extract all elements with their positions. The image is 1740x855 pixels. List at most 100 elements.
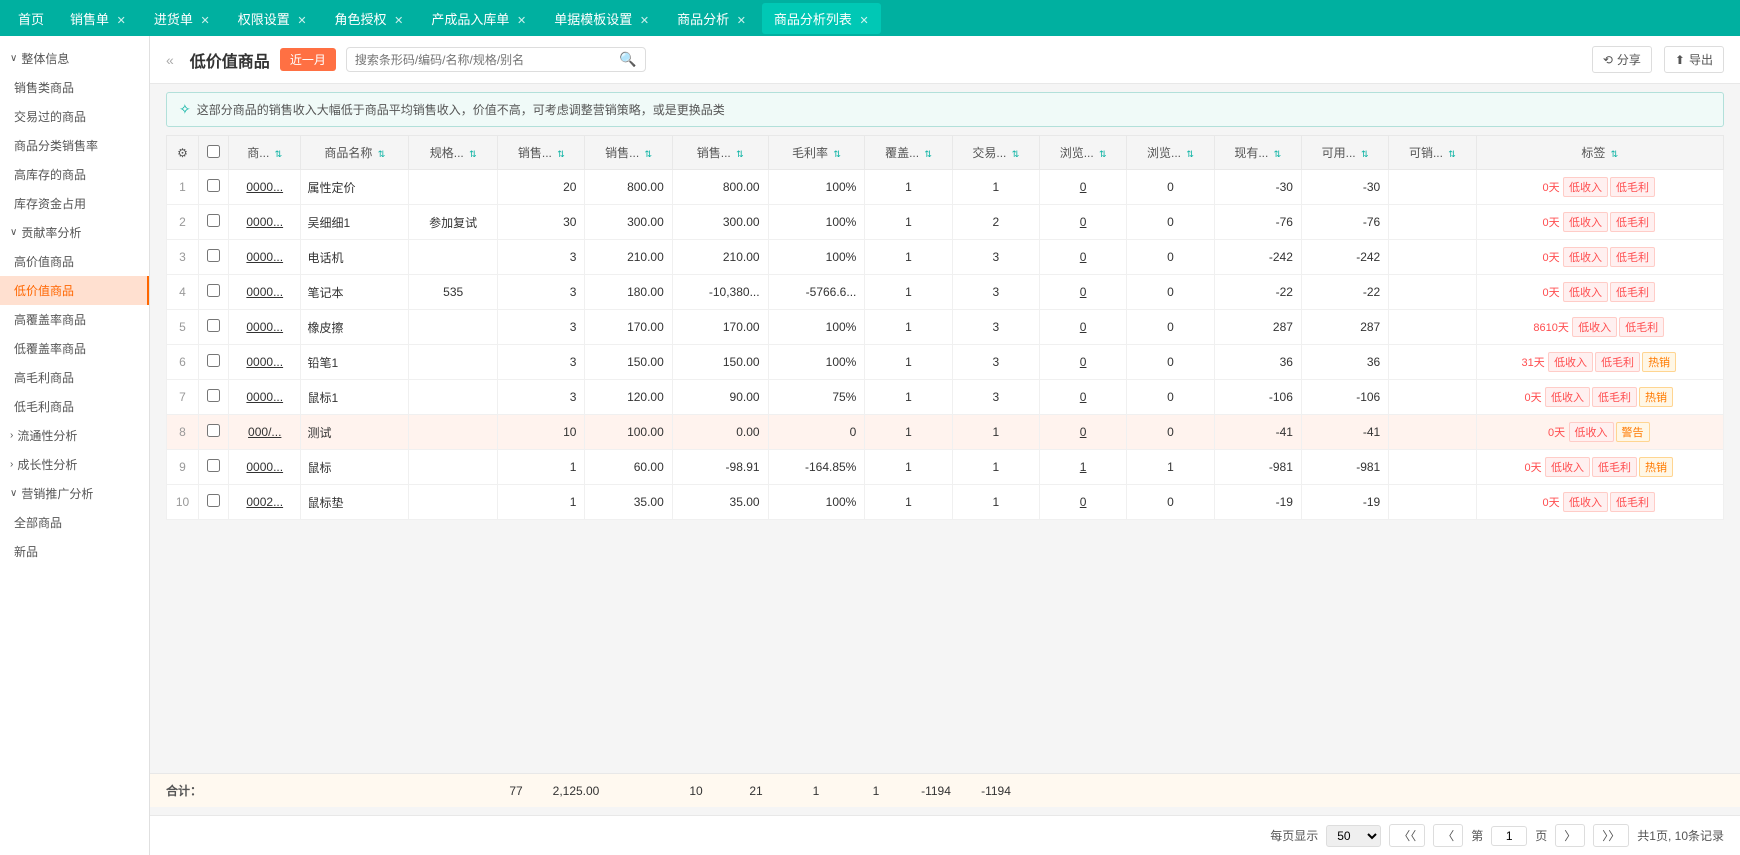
nav-item-purchase[interactable]: 进货单 ✕ [142, 3, 222, 34]
sidebar-item-low-margin[interactable]: 低毛利商品 [0, 392, 149, 421]
available-header[interactable]: 可用... ⇅ [1301, 136, 1388, 170]
select-all-checkbox[interactable] [207, 145, 220, 158]
table-row: 30000...电话机3210.00210.00100%1300-242-242… [167, 240, 1724, 275]
nav-item-stock-in[interactable]: 产成品入库单 ✕ [419, 3, 538, 34]
sale-amt2-header[interactable]: 销售... ⇅ [672, 136, 768, 170]
summary-label: 合计： [166, 782, 246, 799]
close-icon[interactable]: ✕ [297, 15, 306, 27]
sidebar-section-circulation[interactable]: › 流通性分析 [0, 421, 149, 450]
page-title: 低价值商品 [190, 48, 270, 72]
last-page-button[interactable]: 〉〉 [1593, 824, 1629, 847]
sidebar-item-traded-goods[interactable]: 交易过的商品 [0, 102, 149, 131]
product-code[interactable]: 000/... [248, 425, 281, 439]
product-code[interactable]: 0000... [246, 355, 283, 369]
sale-amt-header[interactable]: 销售... ⇅ [585, 136, 672, 170]
next-page-button[interactable]: 〉 [1555, 824, 1585, 847]
sidebar-section-marketing[interactable]: ∨ 营销推广分析 [0, 479, 149, 508]
nav-item-goods-analysis[interactable]: 商品分析 ✕ [665, 3, 758, 34]
product-code[interactable]: 0000... [246, 460, 283, 474]
current-stock-header[interactable]: 现有... ⇅ [1214, 136, 1301, 170]
table-row: 40000...笔记本5353180.00-10,380...-5766.6..… [167, 275, 1724, 310]
table-container: ⚙ 商... ⇅ 商品名称 ⇅ 规格... ⇅ 销售... ⇅ 销售... ⇅ … [150, 135, 1740, 773]
spec-header[interactable]: 规格... ⇅ [409, 136, 498, 170]
sidebar-item-sales-goods[interactable]: 销售类商品 [0, 73, 149, 102]
table-row: 8000/...测试10100.000.0001100-41-410天 低收入警… [167, 415, 1724, 450]
product-code[interactable]: 0000... [246, 285, 283, 299]
product-code[interactable]: 0000... [246, 390, 283, 404]
horizontal-scrollbar[interactable] [166, 807, 1724, 815]
sidebar-item-new-goods[interactable]: 新品 [0, 537, 149, 566]
first-page-button[interactable]: 〈〈 [1389, 824, 1425, 847]
close-icon[interactable]: ✕ [117, 15, 126, 27]
product-code[interactable]: 0000... [246, 320, 283, 334]
browse1-header[interactable]: 浏览... ⇅ [1039, 136, 1126, 170]
total-label: 共1页, 10条记录 [1637, 827, 1724, 844]
sidebar-section-contribution[interactable]: ∨ 贡献率分析 [0, 218, 149, 247]
sidebar-section-growth[interactable]: › 成长性分析 [0, 450, 149, 479]
product-code[interactable]: 0000... [246, 215, 283, 229]
nav-item-role[interactable]: 角色授权 ✕ [323, 3, 416, 34]
page-input[interactable] [1491, 826, 1527, 846]
chevron-down-icon: ∨ [10, 488, 17, 499]
trade-header[interactable]: 交易... ⇅ [952, 136, 1039, 170]
header-actions: ⟲ 分享 ⬆ 导出 [1592, 46, 1724, 73]
sellable-header[interactable]: 可销... ⇅ [1389, 136, 1476, 170]
sidebar-item-high-margin[interactable]: 高毛利商品 [0, 363, 149, 392]
chevron-right-icon: › [10, 430, 13, 441]
period-button[interactable]: 近一月 [280, 48, 336, 71]
page-size-select[interactable]: 10 20 50 100 [1326, 825, 1381, 847]
nav-home[interactable]: 首页 [8, 3, 54, 34]
sidebar-section-circulation-label: 流通性分析 [17, 427, 77, 444]
close-icon[interactable]: ✕ [394, 15, 403, 27]
sidebar-item-high-stock[interactable]: 高库存的商品 [0, 160, 149, 189]
chevron-down-icon: ∨ [10, 53, 17, 64]
nav-item-sales[interactable]: 销售单 ✕ [58, 3, 138, 34]
name-header[interactable]: 商品名称 ⇅ [301, 136, 409, 170]
sidebar-item-category-sales[interactable]: 商品分类销售率 [0, 131, 149, 160]
sidebar-item-high-value[interactable]: 高价值商品 [0, 247, 149, 276]
info-text: 这部分商品的销售收入大幅低于商品平均销售收入，价值不高，可考虑调整营销策略，或是… [197, 101, 725, 118]
sidebar-item-all-goods[interactable]: 全部商品 [0, 508, 149, 537]
browse2-header[interactable]: 浏览... ⇅ [1127, 136, 1214, 170]
nav-item-permission[interactable]: 权限设置 ✕ [226, 3, 319, 34]
share-button[interactable]: ⟲ 分享 [1592, 46, 1652, 73]
product-code[interactable]: 0002... [246, 495, 283, 509]
info-banner: ✧ 这部分商品的销售收入大幅低于商品平均销售收入，价值不高，可考虑调整营销策略，… [166, 92, 1724, 127]
settings-header[interactable]: ⚙ [167, 136, 199, 170]
sidebar-item-low-value[interactable]: 低价值商品 [0, 276, 149, 305]
close-icon[interactable]: ✕ [860, 15, 869, 27]
sale-qty-header[interactable]: 销售... ⇅ [498, 136, 585, 170]
export-button[interactable]: ⬆ 导出 [1664, 46, 1724, 73]
gross-rate-header[interactable]: 毛利率 ⇅ [768, 136, 865, 170]
search-box: 🔍 [346, 47, 646, 72]
nav-item-template[interactable]: 单据模板设置 ✕ [542, 3, 661, 34]
page-size-label: 每页显示 [1270, 827, 1318, 844]
close-icon[interactable]: ✕ [517, 15, 526, 27]
prev-page-button[interactable]: 〈 [1433, 824, 1463, 847]
share-icon: ⟲ [1603, 53, 1613, 67]
summary-sale-qty: 77 [486, 784, 546, 798]
coverage-header[interactable]: 覆盖... ⇅ [865, 136, 952, 170]
summary-browse1: 1 [786, 784, 846, 798]
product-code[interactable]: 0000... [246, 250, 283, 264]
sidebar-item-low-coverage[interactable]: 低覆盖率商品 [0, 334, 149, 363]
sidebar-item-stock-capital[interactable]: 库存资金占用 [0, 189, 149, 218]
sidebar-section-overall-label: 整体信息 [21, 50, 69, 67]
nav-item-goods-list[interactable]: 商品分析列表 ✕ [762, 3, 881, 34]
product-code[interactable]: 0000... [246, 180, 283, 194]
table-row: 60000...铅笔13150.00150.00100%1300363631天 … [167, 345, 1724, 380]
close-icon[interactable]: ✕ [640, 15, 649, 27]
checkbox-header[interactable] [199, 136, 229, 170]
sidebar-item-high-coverage[interactable]: 高覆盖率商品 [0, 305, 149, 334]
code-header[interactable]: 商... ⇅ [229, 136, 301, 170]
summary-available: -1194 [966, 784, 1026, 798]
close-icon[interactable]: ✕ [737, 15, 746, 27]
tags-header[interactable]: 标签 ⇅ [1476, 136, 1723, 170]
close-icon[interactable]: ✕ [200, 15, 209, 27]
search-input[interactable] [355, 53, 620, 67]
collapse-button[interactable]: « [166, 52, 174, 68]
search-icon[interactable]: 🔍 [619, 51, 636, 68]
summary-sale-amt: 2,125.00 [546, 784, 606, 798]
sidebar-section-overall[interactable]: ∨ 整体信息 [0, 44, 149, 73]
table-row: 10000...属性定价20800.00800.00100%1100-30-30… [167, 170, 1724, 205]
